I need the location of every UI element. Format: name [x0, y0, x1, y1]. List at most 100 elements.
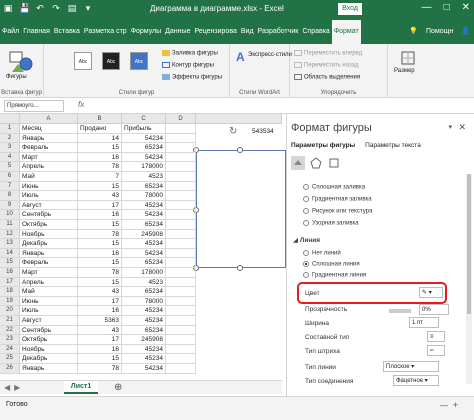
cell-empty[interactable] [166, 344, 196, 355]
row-header[interactable]: 17 [0, 277, 20, 288]
line-section-header[interactable]: ◢ Линия [293, 236, 320, 244]
cell-month[interactable]: Май [20, 172, 78, 182]
cell-profit[interactable]: 78000 [122, 296, 166, 307]
cell-empty[interactable] [166, 287, 196, 297]
transparency-input[interactable]: 0% [419, 304, 449, 315]
cell-empty[interactable] [166, 181, 196, 192]
cell-sold[interactable]: 17 [78, 335, 122, 345]
cell-empty[interactable] [166, 210, 196, 220]
cell-profit[interactable]: 65234 [122, 287, 166, 297]
row-header[interactable]: 8 [0, 191, 20, 201]
row-header[interactable]: 18 [0, 287, 20, 297]
tab-insert[interactable]: Вставка [52, 20, 82, 44]
picture-fill-option[interactable]: Рисунок или текстура [303, 208, 372, 215]
row-header[interactable]: 23 [0, 335, 20, 345]
cell-empty[interactable] [166, 277, 196, 288]
row-header[interactable]: 25 [0, 354, 20, 364]
cell-month[interactable]: Декабрь [20, 354, 78, 364]
effects-pentagon-icon[interactable] [309, 156, 323, 170]
pane-scroll-thumb[interactable] [467, 174, 471, 314]
cell-month[interactable]: Март [20, 152, 78, 163]
cell-empty[interactable] [166, 258, 196, 268]
function-icon[interactable]: fx [78, 100, 84, 109]
cell-empty[interactable] [166, 143, 196, 153]
row-header[interactable]: 13 [0, 239, 20, 249]
cell-month[interactable]: Сентябрь [20, 325, 78, 336]
add-sheet-icon[interactable]: ⊕ [114, 382, 122, 393]
cell-empty[interactable] [166, 152, 196, 163]
cell-profit[interactable]: 4523 [122, 277, 166, 288]
color-picker-button[interactable]: ✎ ▾ [419, 287, 443, 298]
cell-profit[interactable]: 178000 [122, 162, 166, 172]
wordart-a-icon[interactable]: A [236, 50, 245, 64]
row-header[interactable]: 7 [0, 181, 20, 192]
pane-scrollbar[interactable] [466, 174, 472, 384]
cell-empty[interactable] [166, 306, 196, 316]
cell-profit[interactable]: 54234 [122, 133, 166, 144]
row-header[interactable]: 21 [0, 316, 20, 326]
style-sample-3[interactable]: Abc [130, 52, 148, 70]
header-cell[interactable]: Месяц [20, 124, 78, 134]
row-header[interactable]: 4 [0, 152, 20, 163]
column-header-b[interactable]: B [78, 114, 122, 124]
cell-sold[interactable]: 78 [78, 268, 122, 278]
cell-profit[interactable]: 45234 [122, 239, 166, 249]
row-header[interactable]: 5 [0, 162, 20, 172]
header-cell[interactable] [166, 124, 196, 134]
save-icon[interactable]: 💾 [19, 3, 30, 13]
cell-empty[interactable] [166, 162, 196, 172]
cell-profit[interactable]: 54234 [122, 248, 166, 259]
cell-month[interactable]: Октябрь [20, 335, 78, 345]
column-header-c[interactable]: C [122, 114, 166, 124]
resize-handle[interactable] [237, 147, 243, 153]
cell-sold[interactable]: 15 [78, 181, 122, 192]
cell-month[interactable]: Август [20, 200, 78, 211]
tab-format[interactable]: Формат [331, 20, 361, 44]
cell-empty[interactable] [166, 220, 196, 230]
cell-profit[interactable]: 65234 [122, 258, 166, 268]
cell-empty[interactable] [166, 172, 196, 182]
cell-month[interactable]: Декабрь [20, 239, 78, 249]
tab-shape-options[interactable]: Параметры фигуры [291, 142, 355, 149]
cell-profit[interactable]: 245908 [122, 335, 166, 345]
lightbulb-icon[interactable]: 💡 [409, 20, 418, 44]
sheet-tab[interactable]: Лист1 [64, 381, 98, 394]
header-cell[interactable]: Прибыль [122, 124, 166, 134]
cell-sold[interactable]: 14 [78, 133, 122, 144]
cell-month[interactable]: Октябрь [20, 220, 78, 230]
size-label[interactable]: Размер [394, 68, 415, 74]
cell-sold[interactable]: 16 [78, 210, 122, 220]
redo-icon[interactable]: ↷ [51, 3, 61, 13]
cell-month[interactable]: Август [20, 316, 78, 326]
cell-month[interactable]: Январь [20, 364, 78, 374]
column-header-a[interactable]: A [20, 114, 78, 124]
cell-empty[interactable] [166, 200, 196, 211]
cell-sold[interactable]: 78 [78, 364, 122, 374]
tab-developer[interactable]: Разработчик [256, 20, 301, 44]
cell-profit[interactable]: 54234 [122, 152, 166, 163]
compound-type-dropdown[interactable]: ≡ [427, 331, 445, 342]
cell-profit[interactable]: 45234 [122, 344, 166, 355]
tab-data[interactable]: Данные [163, 20, 192, 44]
style-sample-2[interactable]: Abc [102, 52, 120, 70]
cell-month[interactable]: Июль [20, 306, 78, 316]
cell-sold[interactable]: 16 [78, 306, 122, 316]
cell-month[interactable]: Ноябрь [20, 344, 78, 355]
dash-type-dropdown[interactable]: ┅ [427, 345, 445, 356]
autosave-icon[interactable]: ▣ [3, 3, 13, 13]
cell-month[interactable]: Июнь [20, 296, 78, 307]
cell-sold[interactable]: 78 [78, 229, 122, 240]
cell-profit[interactable]: 65234 [122, 181, 166, 192]
row-header[interactable]: 15 [0, 258, 20, 268]
cell-sold[interactable]: 16 [78, 152, 122, 163]
size-icon[interactable] [400, 50, 416, 66]
cell-month[interactable]: Июль [20, 191, 78, 201]
cell-month[interactable]: Январь [20, 248, 78, 259]
cell-profit[interactable]: 45234 [122, 316, 166, 326]
selection-pane-button[interactable]: Область выделения [294, 74, 360, 81]
tab-file[interactable]: Файл [0, 20, 21, 44]
tab-review[interactable]: Рецензирова [192, 20, 238, 44]
row-header[interactable]: 3 [0, 143, 20, 153]
row-header[interactable]: 12 [0, 229, 20, 240]
cell-empty[interactable] [166, 191, 196, 201]
